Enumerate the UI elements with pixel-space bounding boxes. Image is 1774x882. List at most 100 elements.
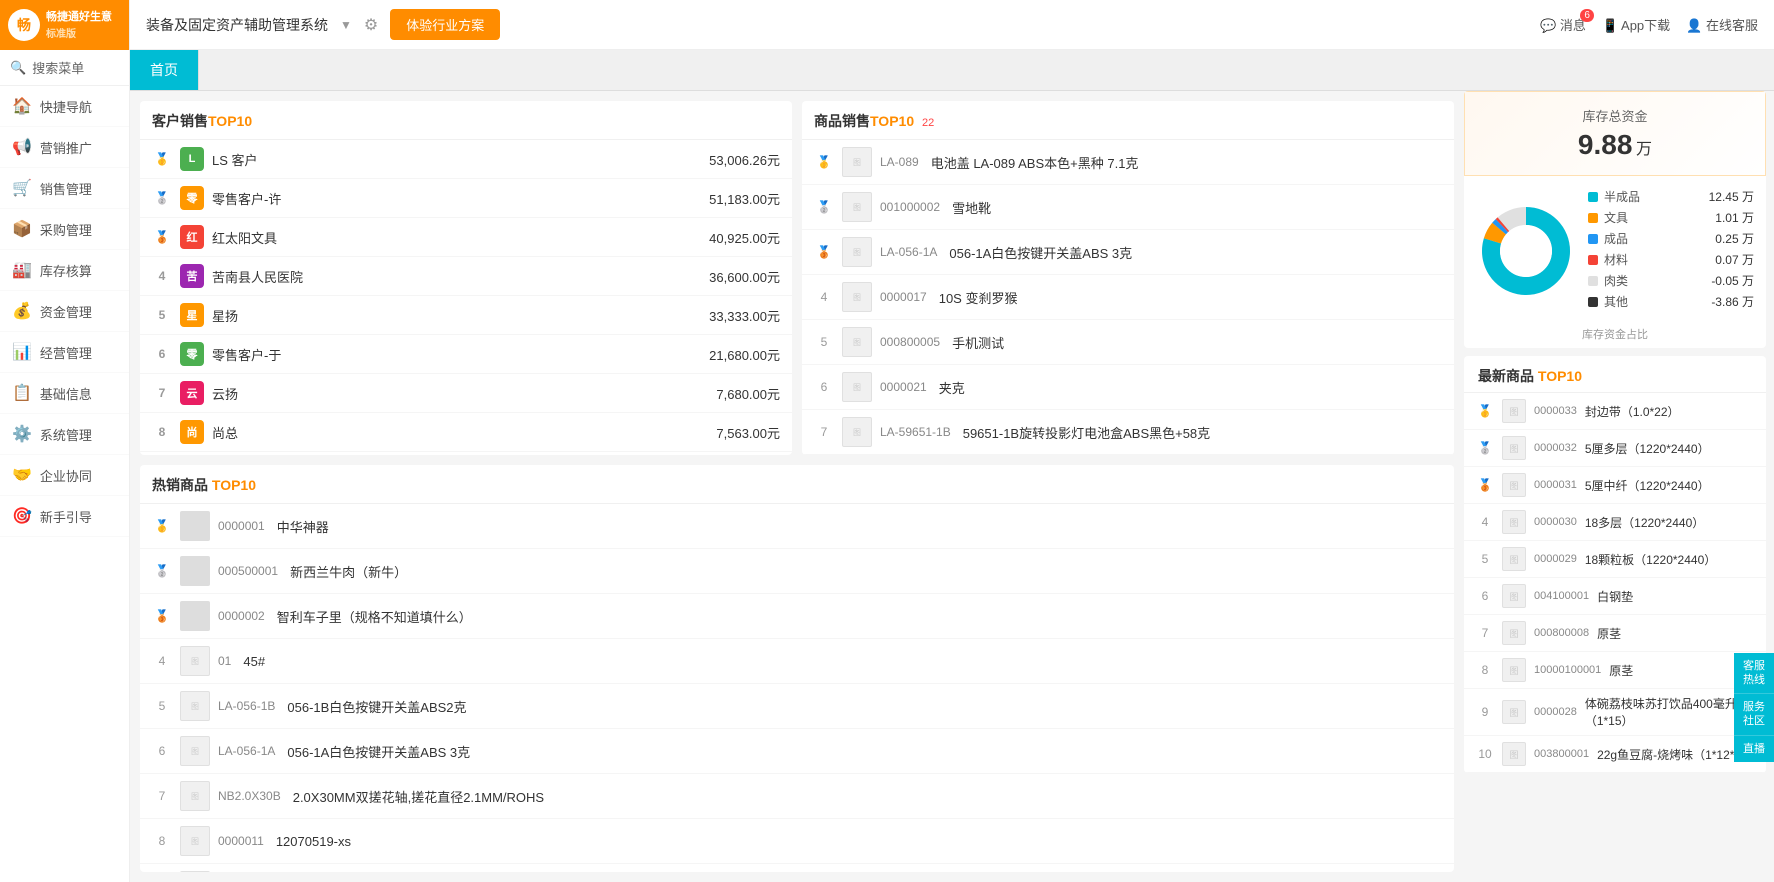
- hot-product-item[interactable]: 🥉 0000002 智利车子里（规格不知道填什么）: [140, 594, 1454, 639]
- notifications[interactable]: 💬 消息 6: [1540, 15, 1586, 34]
- hot-product-item[interactable]: 🥈 000500001 新西兰牛肉（新牛）: [140, 549, 1454, 594]
- tab-home[interactable]: 首页: [130, 50, 199, 90]
- new-product-item[interactable]: 🥇 图 0000033 封边带（1.0*22）: [1464, 393, 1766, 430]
- product-sales-item[interactable]: 7 图 LA-59651-1B 59651-1B旋转投影灯电池盒ABS黑色+58…: [802, 410, 1454, 455]
- new-product-item[interactable]: 4 图 0000030 18多层（1220*2440）: [1464, 504, 1766, 541]
- hot-product-item[interactable]: 6 图 LA-056-1A 056-1A白色按键开关盖ABS 3克: [140, 729, 1454, 774]
- customer-service-btn[interactable]: 客服热线: [1734, 653, 1774, 695]
- new-product-item[interactable]: 5 图 0000029 18颗粒板（1220*2440）: [1464, 541, 1766, 578]
- customer-avatar: 苦: [180, 264, 204, 288]
- search-menu[interactable]: 🔍 搜索菜单: [0, 50, 129, 86]
- hot-product-item[interactable]: 🥇 0000001 中华神器: [140, 504, 1454, 549]
- app-name: 畅捷通好生意: [46, 10, 112, 24]
- topbar-dropdown-icon[interactable]: ▼: [340, 18, 352, 32]
- nav-label: 新手引导: [40, 507, 92, 526]
- sidebar-item-finance[interactable]: 💰 资金管理: [0, 291, 129, 332]
- customer-list-item[interactable]: 6 零 零售客户-于 21,680.00元: [140, 335, 792, 374]
- rank-number: 🥈: [814, 200, 834, 214]
- logo-icon: 畅: [8, 9, 40, 41]
- customer-list-item[interactable]: 🥇 L LS 客户 53,006.26元: [140, 140, 792, 179]
- sidebar-item-quick-nav[interactable]: 🏠 快捷导航: [0, 86, 129, 127]
- product-image: 图: [1502, 399, 1526, 423]
- hot-product-item[interactable]: 4 图 01 45#: [140, 639, 1454, 684]
- content-area: 客户销售TOP10 🥇 L LS 客户 53,006.26元 🥈 零 零售客户-…: [130, 91, 1774, 882]
- sidebar-item-base-info[interactable]: 📋 基础信息: [0, 373, 129, 414]
- product-image: 图: [842, 192, 872, 222]
- topbar-gear-icon[interactable]: ⚙: [364, 15, 378, 35]
- nav-label: 营销推广: [40, 138, 92, 157]
- customer-name: 苦南县人民医院: [212, 267, 701, 286]
- sidebar-item-inventory[interactable]: 🏭 库存核算: [0, 250, 129, 291]
- customer-list-item[interactable]: 4 苦 苦南县人民医院 36,600.00元: [140, 257, 792, 296]
- nav-label: 企业协同: [40, 466, 92, 485]
- right-panel: 库存总资金 9.88 万: [1464, 91, 1774, 882]
- product-sales-item[interactable]: 🥇 图 LA-089 电池盖 LA-089 ABS本色+黑种 7.1克: [802, 140, 1454, 185]
- product-image: 图: [842, 282, 872, 312]
- app-logo: 畅 畅捷通好生意 标准版: [0, 0, 129, 50]
- new-product-item[interactable]: 10 图 003800001 22g鱼豆腐-烧烤味（1*12*20）: [1464, 736, 1766, 773]
- product-code: 0000030: [1534, 516, 1577, 528]
- rank-number: 🥉: [152, 230, 172, 244]
- online-service[interactable]: 👤 在线客服: [1686, 15, 1758, 34]
- sidebar-item-sales[interactable]: 🛒 销售管理: [0, 168, 129, 209]
- phone-icon: 📱: [1602, 18, 1618, 33]
- customer-name: 尚总: [212, 423, 708, 442]
- live-btn[interactable]: 直播: [1734, 736, 1774, 762]
- rank-number: 6: [814, 380, 834, 394]
- product-image: 图: [1502, 436, 1526, 460]
- new-product-item[interactable]: 9 图 0000028 体碗荔枝味苏打饮品400毫升（1*15）: [1464, 689, 1766, 736]
- sidebar-item-guide[interactable]: 🎯 新手引导: [0, 496, 129, 537]
- app-download[interactable]: 📱 App下载: [1602, 15, 1670, 34]
- topbar-right: 💬 消息 6 📱 App下载 👤 在线客服: [1540, 15, 1758, 34]
- trial-button[interactable]: 体验行业方案: [390, 9, 500, 40]
- product-sales-item[interactable]: 🥈 图 001000002 雪地靴: [802, 185, 1454, 230]
- product-sales-item[interactable]: 4 图 0000017 10S 变刹罗猴: [802, 275, 1454, 320]
- new-product-item[interactable]: 6 图 004100001 白钢垫: [1464, 578, 1766, 615]
- product-sales-item[interactable]: 5 图 000800005 手机测试: [802, 320, 1454, 365]
- rank-number: 5: [814, 335, 834, 349]
- product-name: 45#: [243, 654, 1442, 669]
- sidebar-item-corp-collab[interactable]: 🤝 企业协同: [0, 455, 129, 496]
- new-product-item[interactable]: 7 图 000800008 原茎: [1464, 615, 1766, 652]
- legend-dot-gray: [1588, 276, 1598, 286]
- legend-item-stationery: 文具 1.01 万: [1588, 209, 1754, 226]
- product-sales-item[interactable]: 6 图 0000021 夹克: [802, 365, 1454, 410]
- sidebar-item-marketing[interactable]: 📢 营销推广: [0, 127, 129, 168]
- hot-product-item[interactable]: 7 图 NB2.0X30B 2.0X30MM双搓花轴,搓花直径2.1MM/ROH…: [140, 774, 1454, 819]
- customer-top10-list: 🥇 L LS 客户 53,006.26元 🥈 零 零售客户-许 51,183.0…: [140, 140, 792, 452]
- customer-list-item[interactable]: 7 云 云扬 7,680.00元: [140, 374, 792, 413]
- new-product-item[interactable]: 8 图 10000100001 原茎: [1464, 652, 1766, 689]
- sidebar-item-sys-mgmt[interactable]: ⚙️ 系统管理: [0, 414, 129, 455]
- product-sales-item[interactable]: 🥉 图 LA-056-1A 056-1A白色按键开关盖ABS 3克: [802, 230, 1454, 275]
- customer-list-item[interactable]: 8 尚 尚总 7,563.00元: [140, 413, 792, 452]
- new-product-item[interactable]: 🥉 图 0000031 5厘中纤（1220*2440）: [1464, 467, 1766, 504]
- legend-item-finished: 成品 0.25 万: [1588, 230, 1754, 247]
- customer-list-item[interactable]: 5 星 星扬 33,333.00元: [140, 296, 792, 335]
- customer-avatar: 红: [180, 225, 204, 249]
- inventory-chart-area: 半成品 12.45 万 文具 1.01 万 成品 0.25 万: [1464, 176, 1766, 326]
- rank-number: 🥉: [1476, 478, 1494, 492]
- product-sales-header: 商品销售TOP10 22: [802, 101, 1454, 140]
- hot-product-item[interactable]: 5 图 LA-056-1B 056-1B白色按键开关盖ABS2克: [140, 684, 1454, 729]
- sidebar-item-operations[interactable]: 📊 经营管理: [0, 332, 129, 373]
- inventory-value: 9.88: [1578, 129, 1633, 160]
- hot-product-item[interactable]: 9 图 KK-SD22110H 花语萌恒温分离睡袋（厚款）: [140, 864, 1454, 872]
- left-panel: 客户销售TOP10 🥇 L LS 客户 53,006.26元 🥈 零 零售客户-…: [130, 91, 1464, 882]
- product-code: 10000100001: [1534, 664, 1601, 676]
- inventory-total: 库存总资金 9.88 万: [1464, 91, 1766, 176]
- legend-dot-blue: [1588, 234, 1598, 244]
- rank-number: 7: [152, 386, 172, 400]
- legend-item-meat: 肉类 -0.05 万: [1588, 272, 1754, 289]
- service-community-btn[interactable]: 服务社区: [1734, 694, 1774, 736]
- hot-product-item[interactable]: 8 图 0000011 12070519-xs: [140, 819, 1454, 864]
- service-icon: 👤: [1686, 18, 1702, 33]
- customer-value: 21,680.00元: [709, 345, 780, 364]
- customer-list-item[interactable]: 🥈 零 零售客户-许 51,183.00元: [140, 179, 792, 218]
- customer-list-item[interactable]: 🥉 红 红太阳文具 40,925.00元: [140, 218, 792, 257]
- nav-label: 销售管理: [40, 179, 92, 198]
- sidebar-item-purchase[interactable]: 📦 采购管理: [0, 209, 129, 250]
- product-image: 图: [842, 147, 872, 177]
- new-product-item[interactable]: 🥈 图 0000032 5厘多层（1220*2440）: [1464, 430, 1766, 467]
- product-name: 体碗荔枝味苏打饮品400毫升（1*15）: [1585, 695, 1754, 729]
- topbar: 装备及固定资产辅助管理系统 ▼ ⚙ 体验行业方案 💬 消息 6 📱 App下载 …: [130, 0, 1774, 50]
